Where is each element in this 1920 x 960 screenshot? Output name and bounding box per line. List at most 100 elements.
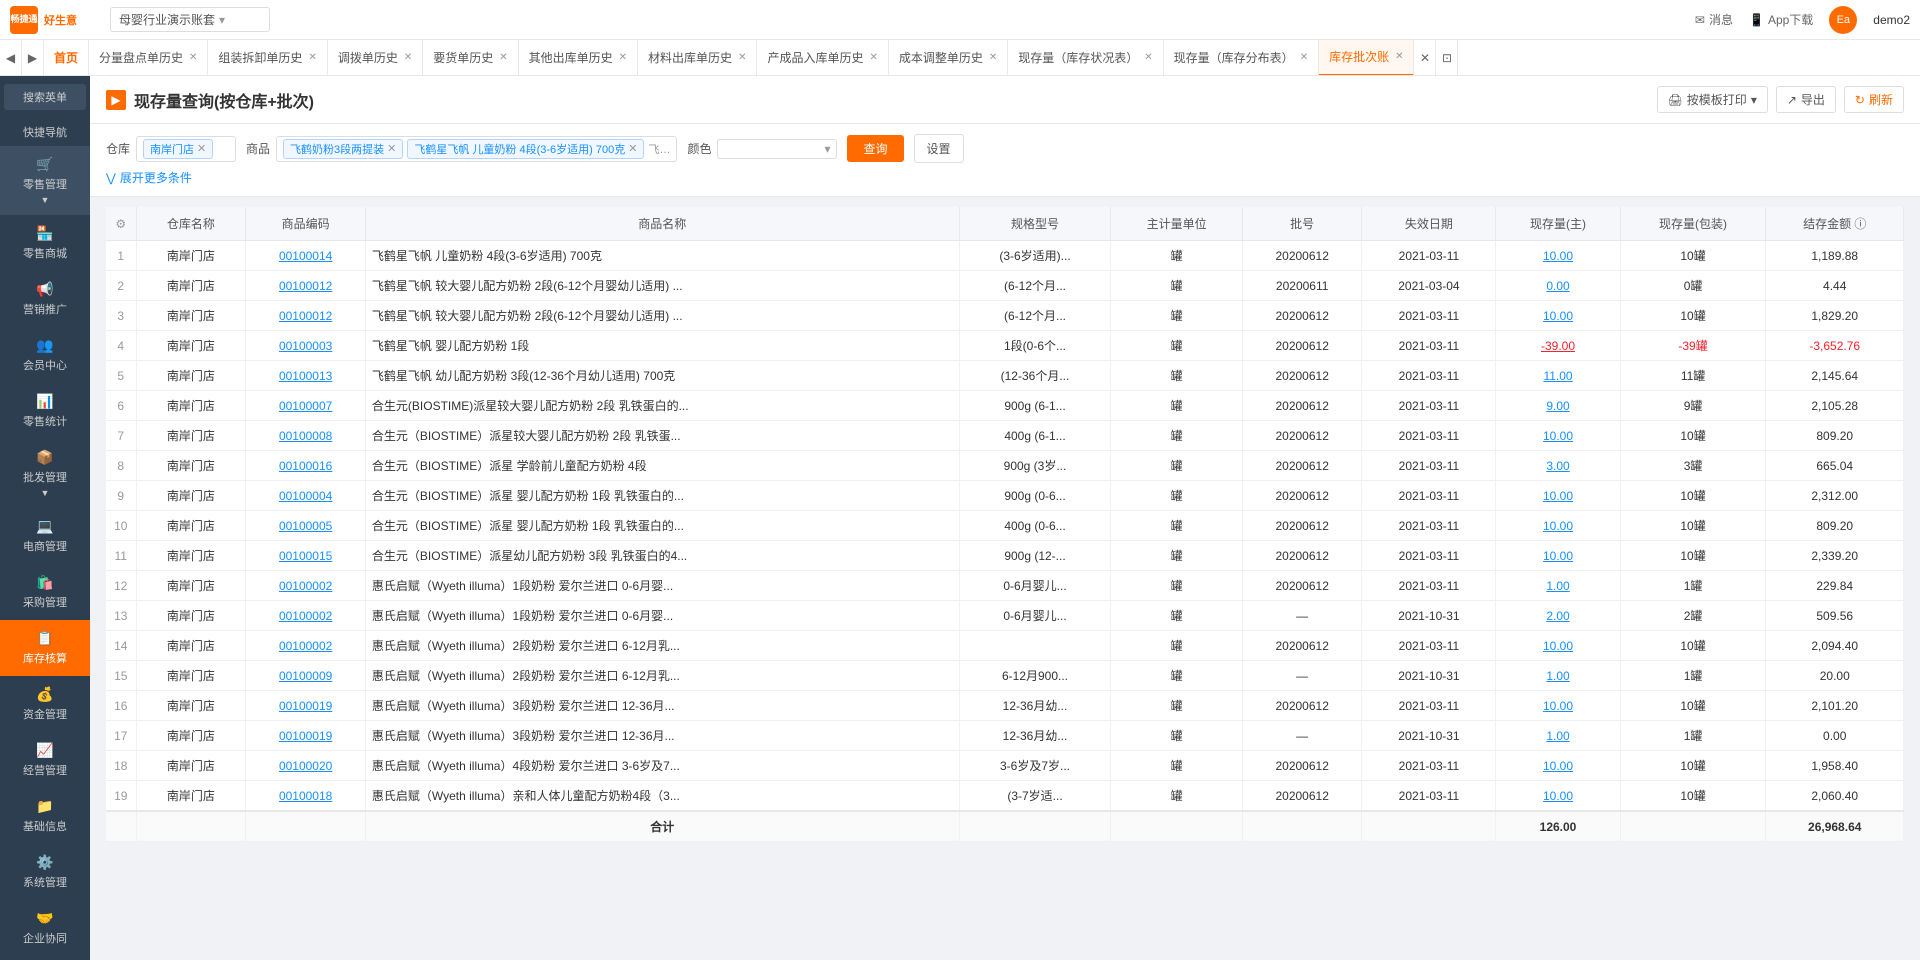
avatar[interactable]: Ea bbox=[1829, 6, 1857, 34]
cell-qty-main-5[interactable]: 9.00 bbox=[1496, 391, 1620, 421]
tab-expand-button[interactable]: ⊡ bbox=[1436, 40, 1458, 76]
search-button[interactable]: 查询 bbox=[847, 135, 903, 162]
tab-zu-chai[interactable]: 组装拆卸单历史 ✕ bbox=[208, 40, 327, 76]
expand-conditions-button[interactable]: ⋁ 展开更多条件 bbox=[106, 169, 1904, 186]
cell-code-14[interactable]: 00100009 bbox=[246, 661, 366, 691]
sidebar-item-lingshouguan[interactable]: 🛒 零售管理 ▼ bbox=[0, 146, 90, 215]
cell-qty-main-15[interactable]: 10.00 bbox=[1496, 691, 1620, 721]
tab-fen-pan[interactable]: 分量盘点单历史 ✕ bbox=[89, 40, 208, 76]
warehouse-tags[interactable]: 南岸门店 ✕ bbox=[136, 136, 236, 162]
tab-cheng-ben[interactable]: 成本调整单历史 ✕ bbox=[889, 40, 1008, 76]
cell-code-18[interactable]: 00100018 bbox=[246, 781, 366, 812]
cell-qty-main-14[interactable]: 1.00 bbox=[1496, 661, 1620, 691]
sidebar-item-xitong[interactable]: ⚙️ 系统管理 bbox=[0, 844, 90, 900]
tab-close-xian-cun-ku[interactable]: ✕ bbox=[1144, 52, 1152, 63]
tab-close-cai-liao[interactable]: ✕ bbox=[738, 52, 746, 63]
tab-chan-pin[interactable]: 产成品入库单历史 ✕ bbox=[757, 40, 888, 76]
cell-qty-main-12[interactable]: 2.00 bbox=[1496, 601, 1620, 631]
cell-qty-main-7[interactable]: 3.00 bbox=[1496, 451, 1620, 481]
tab-xian-cun-ku[interactable]: 现存量（库存状况表） ✕ bbox=[1008, 40, 1163, 76]
cell-code-12[interactable]: 00100002 bbox=[246, 601, 366, 631]
tab-prev-button[interactable]: ◀ bbox=[0, 40, 22, 76]
cell-code-15[interactable]: 00100019 bbox=[246, 691, 366, 721]
cell-qty-main-13[interactable]: 10.00 bbox=[1496, 631, 1620, 661]
tab-ku-cun-pi[interactable]: 库存批次账 ✕ bbox=[1319, 40, 1414, 76]
settings-button[interactable]: 设置 bbox=[914, 134, 964, 163]
cell-code-10[interactable]: 00100015 bbox=[246, 541, 366, 571]
cell-code-0[interactable]: 00100014 bbox=[246, 241, 366, 271]
cell-code-16[interactable]: 00100019 bbox=[246, 721, 366, 751]
refresh-button[interactable]: ↻ 刷新 bbox=[1844, 86, 1904, 113]
tab-close-xian-cun-fen[interactable]: ✕ bbox=[1300, 52, 1308, 63]
cell-code-17[interactable]: 00100020 bbox=[246, 751, 366, 781]
cell-code-8[interactable]: 00100004 bbox=[246, 481, 366, 511]
cell-qty-main-1[interactable]: 0.00 bbox=[1496, 271, 1620, 301]
sidebar-item-dianshang[interactable]: 💻 电商管理 bbox=[0, 508, 90, 564]
color-input[interactable]: ▾ bbox=[717, 139, 837, 159]
sidebar-item-lingshouu[interactable]: 📊 零售统计 bbox=[0, 383, 90, 439]
sidebar-toggle-button[interactable]: ▶ bbox=[106, 90, 126, 110]
cell-qty-main-8[interactable]: 10.00 bbox=[1496, 481, 1620, 511]
tab-close-tiao-bo[interactable]: ✕ bbox=[404, 52, 412, 63]
cell-code-3[interactable]: 00100003 bbox=[246, 331, 366, 361]
cell-qty-main-11[interactable]: 1.00 bbox=[1496, 571, 1620, 601]
cell-code-5[interactable]: 00100007 bbox=[246, 391, 366, 421]
tab-yao-huo[interactable]: 要货单历史 ✕ bbox=[423, 40, 518, 76]
tab-close-fen-pan[interactable]: ✕ bbox=[189, 52, 197, 63]
app-download-button[interactable]: 📱 App下载 bbox=[1749, 11, 1813, 28]
cell-qty-main-18[interactable]: 10.00 bbox=[1496, 781, 1620, 812]
tab-next-button[interactable]: ▶ bbox=[22, 40, 44, 76]
product-tags[interactable]: 飞鹤奶粉3段两提装 ✕ 飞鹤星飞帆 儿童奶粉 4段(3-6岁适用) 700克 ✕… bbox=[276, 136, 677, 162]
cell-qty-main-10[interactable]: 10.00 bbox=[1496, 541, 1620, 571]
message-button[interactable]: ✉ 消息 bbox=[1695, 11, 1733, 28]
sidebar-item-qiye[interactable]: 🤝 企业协同 bbox=[0, 900, 90, 956]
cell-code-2[interactable]: 00100012 bbox=[246, 301, 366, 331]
sidebar-item-yingxiao[interactable]: 📢 营销推广 bbox=[0, 271, 90, 327]
tab-close-yao-huo[interactable]: ✕ bbox=[499, 52, 507, 63]
tab-close-zu-chai[interactable]: ✕ bbox=[308, 52, 316, 63]
warehouse-tag-close-icon[interactable]: ✕ bbox=[197, 142, 206, 155]
cell-code-1[interactable]: 00100012 bbox=[246, 271, 366, 301]
search-menu-button[interactable]: 搜索英单 bbox=[4, 84, 86, 110]
tab-close-cheng-ben[interactable]: ✕ bbox=[989, 52, 997, 63]
cell-code-13[interactable]: 00100002 bbox=[246, 631, 366, 661]
cell-code-6[interactable]: 00100008 bbox=[246, 421, 366, 451]
sidebar-item-jingying[interactable]: 📈 经营管理 bbox=[0, 732, 90, 788]
cell-qty-main-6[interactable]: 10.00 bbox=[1496, 421, 1620, 451]
cell-code-11[interactable]: 00100002 bbox=[246, 571, 366, 601]
sidebar-item-lingshoushangcheng[interactable]: 🏪 零售商城 bbox=[0, 215, 90, 271]
sidebar-item-pifaguan[interactable]: 📦 批发管理 ▼ bbox=[0, 439, 90, 508]
tab-close-all-button[interactable]: ✕ bbox=[1414, 40, 1436, 76]
tab-close-chan-pin[interactable]: ✕ bbox=[869, 52, 877, 63]
company-selector[interactable]: 母婴行业演示账套 ▾ bbox=[110, 7, 270, 32]
cell-qty-main-2[interactable]: 10.00 bbox=[1496, 301, 1620, 331]
cell-qty-main-9[interactable]: 10.00 bbox=[1496, 511, 1620, 541]
tab-close-ku-cun-pi[interactable]: ✕ bbox=[1395, 51, 1403, 62]
column-setting-icon[interactable]: ⚙ bbox=[115, 217, 126, 231]
sidebar-item-huiyuan[interactable]: 👥 会员中心 bbox=[0, 327, 90, 383]
cell-qty-main-4[interactable]: 11.00 bbox=[1496, 361, 1620, 391]
sidebar-item-jichu[interactable]: 📁 基础信息 bbox=[0, 788, 90, 844]
cell-qty-main-3[interactable]: -39.00 bbox=[1496, 331, 1620, 361]
export-button[interactable]: ↗ 导出 bbox=[1776, 86, 1836, 113]
tab-cai-liao[interactable]: 材料出库单历史 ✕ bbox=[638, 40, 757, 76]
sidebar-item-zijin[interactable]: 💰 资金管理 bbox=[0, 676, 90, 732]
sidebar-item-kucun[interactable]: 📋 库存核算 bbox=[0, 620, 90, 676]
tab-xian-cun-fen[interactable]: 现存量（库存分布表） ✕ bbox=[1164, 40, 1319, 76]
cell-qty-main-17[interactable]: 10.00 bbox=[1496, 751, 1620, 781]
product-tag-1-close-icon[interactable]: ✕ bbox=[387, 142, 396, 155]
cell-code-9[interactable]: 00100005 bbox=[246, 511, 366, 541]
sidebar-item-caigou[interactable]: 🛍️ 采购管理 bbox=[0, 564, 90, 620]
tab-tiao-bo[interactable]: 调拨单历史 ✕ bbox=[328, 40, 423, 76]
cell-code-4[interactable]: 00100013 bbox=[246, 361, 366, 391]
quick-nav-button[interactable]: 快捷导航 bbox=[0, 118, 90, 146]
tab-close-qi-ta[interactable]: ✕ bbox=[619, 52, 627, 63]
cell-code-7[interactable]: 00100016 bbox=[246, 451, 366, 481]
cell-qty-main-0[interactable]: 10.00 bbox=[1496, 241, 1620, 271]
tab-home[interactable]: 首页 bbox=[44, 40, 89, 76]
tab-qi-ta[interactable]: 其他出库单历史 ✕ bbox=[519, 40, 638, 76]
template-print-button[interactable]: 🖨 按模板打印 ▾ bbox=[1657, 86, 1768, 113]
cell-qty-main-16[interactable]: 1.00 bbox=[1496, 721, 1620, 751]
sidebar-item-xinshou[interactable]: 🎯 新手引导 bbox=[0, 956, 90, 960]
product-tag-2-close-icon[interactable]: ✕ bbox=[628, 142, 637, 155]
